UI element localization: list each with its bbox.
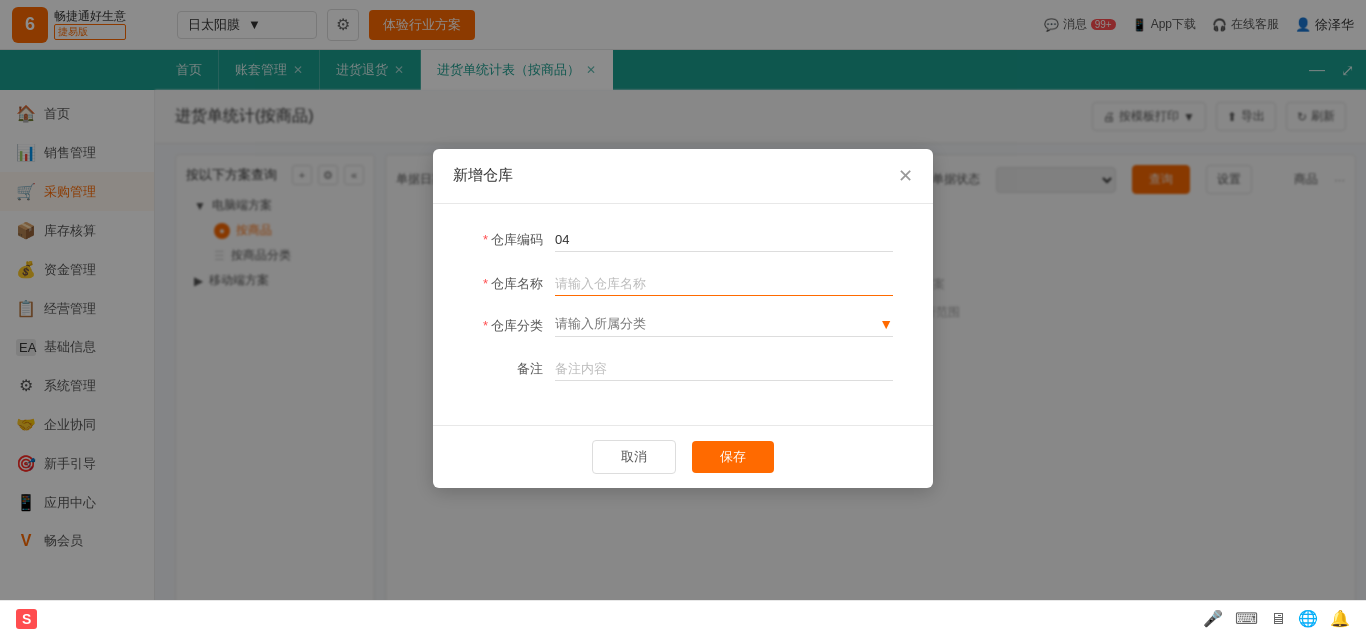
dialog-close-icon[interactable]: ✕ <box>898 165 913 187</box>
dialog-footer: 取消 保存 <box>433 425 933 488</box>
brand-icon: S <box>16 609 37 629</box>
code-label: 仓库编码 <box>473 231 543 249</box>
name-label: 仓库名称 <box>473 275 543 293</box>
form-row-note: 备注 <box>473 357 893 381</box>
dialog-header: 新增仓库 ✕ <box>433 149 933 204</box>
bottom-bar: S 🎤 ⌨ 🖥 🌐 🔔 <box>0 600 1366 636</box>
dialog-title: 新增仓库 <box>453 166 513 185</box>
category-input[interactable] <box>555 316 879 331</box>
microphone-icon[interactable]: 🎤 <box>1203 609 1223 628</box>
notification-icon[interactable]: 🔔 <box>1330 609 1350 628</box>
save-button[interactable]: 保存 <box>692 441 774 473</box>
form-row-name: 仓库名称 <box>473 272 893 296</box>
keyboard-icon[interactable]: ⌨ <box>1235 609 1258 628</box>
add-warehouse-dialog: 新增仓库 ✕ 仓库编码 仓库名称 仓库分类 ▼ <box>433 149 933 488</box>
cancel-button[interactable]: 取消 <box>592 440 676 474</box>
form-row-code: 仓库编码 <box>473 228 893 252</box>
note-input[interactable] <box>555 357 893 381</box>
bottom-brand: S <box>16 609 37 629</box>
display-icon[interactable]: 🖥 <box>1270 610 1286 628</box>
dialog-body: 仓库编码 仓库名称 仓库分类 ▼ 备注 <box>433 204 933 425</box>
dialog-overlay: 新增仓库 ✕ 仓库编码 仓库名称 仓库分类 ▼ <box>0 0 1366 636</box>
network-icon[interactable]: 🌐 <box>1298 609 1318 628</box>
category-select-wrap: ▼ <box>555 316 893 337</box>
name-input[interactable] <box>555 272 893 296</box>
category-label: 仓库分类 <box>473 317 543 335</box>
code-input[interactable] <box>555 228 893 252</box>
note-label: 备注 <box>473 360 543 378</box>
form-row-category: 仓库分类 ▼ <box>473 316 893 337</box>
category-dropdown-icon[interactable]: ▼ <box>879 316 893 332</box>
